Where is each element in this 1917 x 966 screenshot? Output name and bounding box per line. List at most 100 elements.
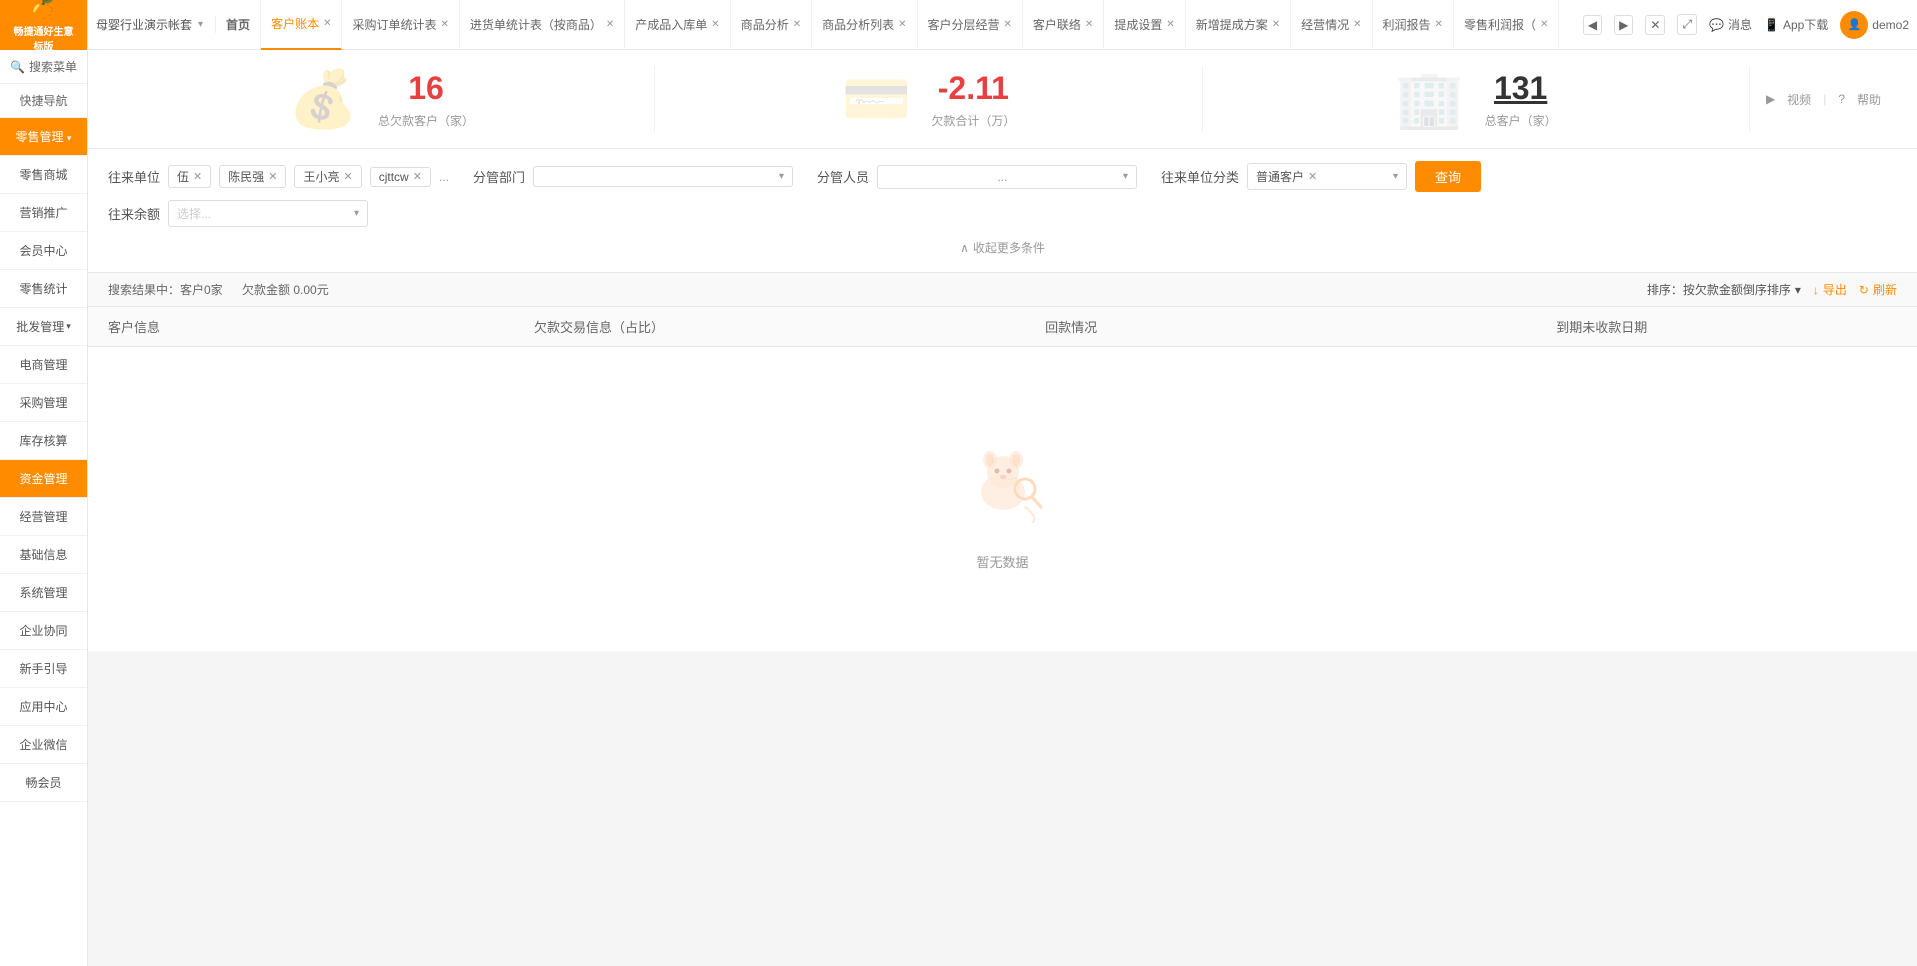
message-button[interactable]: 💬 消息 [1709, 16, 1752, 33]
result-text: 搜索结果中：客户0家 [108, 283, 223, 297]
app-logo[interactable]: 🍊 畅捷通好生意 标版 [0, 0, 87, 50]
tab-close-all-button[interactable]: ✕ [1645, 15, 1665, 35]
tab-retail-profit[interactable]: 零售利润报（ ✕ [1454, 0, 1559, 50]
filter-tag-remove-category[interactable]: ✕ [1308, 170, 1317, 183]
unit-category-select[interactable]: 普通客户 ✕ ▾ [1247, 163, 1407, 190]
help-label[interactable]: 帮助 [1857, 91, 1881, 108]
divider: | [1823, 92, 1826, 106]
tab-maximize-button[interactable]: ⤢ [1677, 14, 1697, 35]
video-label[interactable]: 视频 [1787, 91, 1811, 108]
tab-profit-report[interactable]: 利润报告 ✕ [1373, 0, 1454, 50]
tab-customer-ledger[interactable]: 客户账本 ✕ [261, 0, 342, 50]
tab-purchase-order-stats[interactable]: 采购订单统计表 ✕ [342, 0, 459, 50]
account-dropdown-label[interactable]: 母婴行业演示帐套 [96, 16, 192, 33]
tab-label: 新增提成方案 [1196, 16, 1268, 33]
debt-amount-icon: 💳 [842, 66, 912, 132]
sidebar-item-system[interactable]: 系统管理 [0, 574, 87, 612]
filter-tag-remove-unit4[interactable]: ✕ [413, 170, 422, 183]
close-icon[interactable]: ✕ [440, 19, 448, 30]
query-button[interactable]: 查询 [1415, 161, 1481, 192]
sidebar-item-batch-mgmt[interactable]: 批发管理 ▾ [0, 308, 87, 346]
filter-tag-remove-unit3[interactable]: ✕ [344, 170, 353, 183]
sidebar-search[interactable]: 🔍 搜索菜单 [0, 50, 87, 84]
close-icon[interactable]: ✕ [606, 19, 614, 30]
stat-total-debt-customers: 💰 16 总欠款客户（家） [108, 66, 655, 132]
tab-next-button[interactable]: ▶ [1614, 15, 1633, 35]
sidebar-item-basic-info[interactable]: 基础信息 [0, 536, 87, 574]
sidebar-item-enterprise[interactable]: 企业协同 [0, 612, 87, 650]
sort-select[interactable]: 排序：按欠款金额倒序排序 ▾ [1647, 281, 1801, 298]
sidebar-item-guide[interactable]: 新手引导 [0, 650, 87, 688]
tab-goods-analysis-list[interactable]: 商品分析列表 ✕ [812, 0, 917, 50]
refresh-button[interactable]: ↻ 刷新 [1859, 281, 1897, 298]
filter-area: 往来单位 伍 ✕ 陈民强 ✕ 王小亮 ✕ cjttcw ✕ ... [88, 149, 1917, 273]
help-icon: ? [1838, 92, 1845, 106]
sidebar-item-label: 企业微信 [19, 738, 67, 752]
sidebar-item-retail-mall[interactable]: 零售商城 [0, 156, 87, 194]
tab-goods-stats[interactable]: 进货单统计表（按商品） ✕ [460, 0, 625, 50]
filter-tag-category: 普通客户 ✕ [1256, 168, 1317, 185]
filter-more-units[interactable]: ... [439, 170, 449, 184]
filter-tag-remove-unit2[interactable]: ✕ [268, 170, 277, 183]
top-nav: 母婴行业演示帐套 ▾ 首页 客户账本 ✕ 采购订单统计表 ✕ 进货单统计表（按商… [88, 0, 1917, 50]
sidebar-item-operations[interactable]: 经营管理 [0, 498, 87, 536]
close-icon[interactable]: ✕ [1540, 19, 1548, 30]
close-icon[interactable]: ✕ [898, 19, 906, 30]
sidebar-item-vip[interactable]: 畅会员 [0, 764, 87, 802]
close-icon[interactable]: ✕ [1166, 19, 1174, 30]
refresh-label: 刷新 [1873, 281, 1897, 298]
tab-customer-contact[interactable]: 客户联络 ✕ [1023, 0, 1104, 50]
avatar: 👤 [1840, 11, 1868, 39]
sidebar-item-member-center[interactable]: 会员中心 [0, 232, 87, 270]
collapse-button[interactable]: ∧ 收起更多条件 [108, 235, 1897, 260]
tab-prev-button[interactable]: ◀ [1583, 15, 1602, 35]
sidebar-item-retail-mgmt[interactable]: 零售管理 ▾ [0, 118, 87, 156]
tab-cost-inbound[interactable]: 产成品入库单 ✕ [625, 0, 730, 50]
sidebar-item-app-center[interactable]: 应用中心 [0, 688, 87, 726]
close-icon[interactable]: ✕ [1353, 19, 1361, 30]
result-bar: 搜索结果中：客户0家 欠款金额 0.00元 排序：按欠款金额倒序排序 ▾ ↓ 导… [88, 273, 1917, 307]
chevron-down-icon: ▾ [67, 133, 72, 143]
tab-label: 客户联络 [1033, 16, 1081, 33]
sidebar-item-inventory[interactable]: 库存核算 [0, 422, 87, 460]
close-icon[interactable]: ✕ [1272, 19, 1280, 30]
close-icon[interactable]: ✕ [711, 19, 719, 30]
sidebar-item-wechat[interactable]: 企业微信 [0, 726, 87, 764]
tab-goods-analysis[interactable]: 商品分析 ✕ [731, 0, 812, 50]
sidebar-item-marketing[interactable]: 营销推广 [0, 194, 87, 232]
search-menu-button[interactable]: 🔍 搜索菜单 [6, 58, 81, 75]
account-dropdown-icon[interactable]: ▾ [198, 19, 203, 30]
balance-filter-label: 往来余额 [108, 204, 160, 223]
person-select-more[interactable]: ... [997, 170, 1007, 184]
close-icon[interactable]: ✕ [1004, 19, 1012, 30]
user-menu-button[interactable]: 👤 demo2 [1840, 11, 1909, 39]
tab-add-success-plan[interactable]: 新增提成方案 ✕ [1186, 0, 1291, 50]
sidebar-item-label: 批发管理 [16, 318, 64, 335]
col-header-customer: 客户信息 [108, 317, 534, 336]
close-icon[interactable]: ✕ [793, 19, 801, 30]
tab-home[interactable]: 首页 [216, 0, 261, 50]
tab-operations-status[interactable]: 经营情况 ✕ [1291, 0, 1372, 50]
filter-tag-remove-unit1[interactable]: ✕ [193, 170, 202, 183]
sidebar-item-retail-stats[interactable]: 零售统计 [0, 270, 87, 308]
close-icon[interactable]: ✕ [1085, 19, 1093, 30]
message-label: 消息 [1728, 16, 1752, 33]
dept-select[interactable]: ▾ [533, 166, 793, 187]
app-download-button[interactable]: 📱 App下载 [1764, 16, 1828, 33]
close-icon[interactable]: ✕ [1435, 19, 1443, 30]
sidebar-item-ecommerce[interactable]: 电商管理 [0, 346, 87, 384]
tab-raise-settings[interactable]: 提成设置 ✕ [1104, 0, 1185, 50]
stat-value-debt-customers: 16 [408, 69, 444, 107]
balance-select[interactable]: 选择... ▾ [168, 200, 368, 227]
person-select[interactable]: ... ▾ [877, 165, 1137, 189]
sidebar-item-label: 系统管理 [19, 586, 67, 600]
search-icon: 🔍 [10, 60, 25, 74]
sidebar-item-purchase[interactable]: 采购管理 [0, 384, 87, 422]
sidebar-item-finance[interactable]: 资金管理 [0, 460, 87, 498]
video-icon: ▶ [1766, 92, 1775, 106]
chevron-down-icon: ▾ [66, 321, 71, 332]
tab-customer-segment[interactable]: 客户分层经营 ✕ [918, 0, 1023, 50]
sidebar-item-quick-nav[interactable]: 快捷导航 [0, 84, 87, 118]
export-button[interactable]: ↓ 导出 [1813, 281, 1847, 298]
close-icon[interactable]: ✕ [323, 18, 331, 29]
